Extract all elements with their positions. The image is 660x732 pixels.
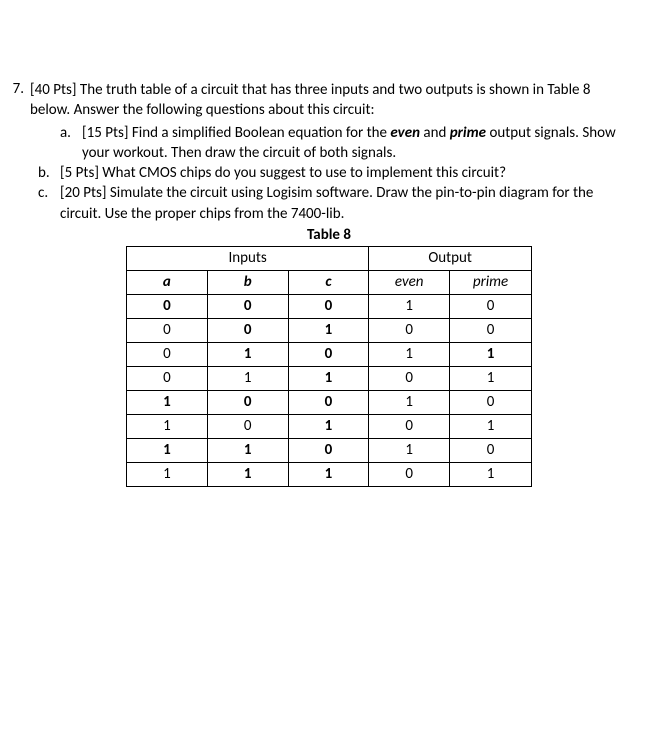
subpart-a-mid: and	[420, 124, 450, 142]
table-cell: 0	[207, 294, 288, 318]
table-cell: 1	[450, 366, 532, 390]
table-cell: 1	[207, 366, 288, 390]
table-cell: 0	[127, 366, 208, 390]
truth-table-body: 0001000100010110110110010101011101011101	[127, 294, 532, 486]
problem-number: 7.	[8, 80, 30, 98]
table-cell: 1	[207, 438, 288, 462]
table-cell: 1	[450, 462, 532, 486]
table-cell: 0	[288, 438, 369, 462]
subpart-letter-b: b.	[38, 163, 60, 183]
table-row: 10101	[127, 414, 532, 438]
table-cell: 1	[207, 462, 288, 486]
table-cell: 0	[450, 390, 532, 414]
em-prime: prime	[450, 124, 486, 142]
subpart-b-text: [5 Pts] What CMOS chips do you suggest t…	[60, 163, 634, 183]
table-cell: 1	[369, 390, 450, 414]
table-row: 01101	[127, 366, 532, 390]
table-cell: 0	[450, 438, 532, 462]
table-cell: 0	[127, 318, 208, 342]
col-header-a: a	[127, 270, 208, 294]
table-cell: 1	[450, 414, 532, 438]
table-cell: 0	[369, 366, 450, 390]
table-cell: 0	[207, 414, 288, 438]
table-row: 00010	[127, 294, 532, 318]
output-header: Output	[369, 246, 532, 270]
problem-intro-text: The truth table of a circuit that has th…	[30, 81, 590, 119]
problem-intro: [40 Pts] The truth table of a circuit th…	[30, 80, 634, 121]
table-caption: Table 8	[126, 226, 532, 244]
table-cell: 1	[288, 414, 369, 438]
subpart-a-text: [15 Pts] Find a simplified Boolean equat…	[82, 123, 634, 164]
col-header-even: even	[369, 270, 450, 294]
table-cell: 0	[369, 462, 450, 486]
table-cell: 0	[369, 414, 450, 438]
subpart-c-text: [20 Pts] Simulate the circuit using Logi…	[60, 183, 634, 224]
subpart-a: a. [15 Pts] Find a simplified Boolean eq…	[60, 123, 634, 164]
table-cell: 0	[288, 294, 369, 318]
table-cell: 0	[288, 342, 369, 366]
document-page: 7. [40 Pts] The truth table of a circuit…	[0, 0, 660, 507]
table-row: 11101	[127, 462, 532, 486]
col-header-b: b	[207, 270, 288, 294]
table-row: 00100	[127, 318, 532, 342]
problem-body: [40 Pts] The truth table of a circuit th…	[30, 80, 634, 487]
table-cell: 1	[127, 462, 208, 486]
subpart-b: b. [5 Pts] What CMOS chips do you sugges…	[38, 163, 634, 183]
subpart-letter-c: c.	[38, 183, 60, 203]
table-cell: 1	[369, 294, 450, 318]
table-group-header-row: Inputs Output	[127, 246, 532, 270]
table-cell: 0	[369, 318, 450, 342]
subpart-letter-a: a.	[60, 123, 82, 143]
table-cell: 1	[127, 390, 208, 414]
table-cell: 0	[127, 342, 208, 366]
table-cell: 1	[127, 438, 208, 462]
subpart-c: c. [20 Pts] Simulate the circuit using L…	[38, 183, 634, 224]
col-header-c: c	[288, 270, 369, 294]
table-cell: 0	[450, 294, 532, 318]
table-row: 01011	[127, 342, 532, 366]
subparts-list: a. [15 Pts] Find a simplified Boolean eq…	[30, 123, 634, 224]
truth-table: Inputs Output a b c even prime 000100010…	[126, 246, 532, 487]
table-cell: 1	[207, 342, 288, 366]
col-header-prime: prime	[450, 270, 532, 294]
em-even: even	[390, 124, 420, 142]
table-row: 11010	[127, 438, 532, 462]
table-cell: 1	[288, 462, 369, 486]
table-cell: 1	[127, 414, 208, 438]
table-cell: 1	[369, 438, 450, 462]
table-cell: 1	[288, 318, 369, 342]
table-col-header-row: a b c even prime	[127, 270, 532, 294]
inputs-header: Inputs	[127, 246, 369, 270]
table-cell: 0	[288, 390, 369, 414]
problem-7: 7. [40 Pts] The truth table of a circuit…	[8, 80, 634, 487]
table-cell: 1	[288, 366, 369, 390]
problem-points: [40 Pts]	[30, 81, 80, 99]
table-row: 10010	[127, 390, 532, 414]
table-cell: 0	[207, 318, 288, 342]
table-cell: 0	[450, 318, 532, 342]
table-cell: 1	[369, 342, 450, 366]
table-cell: 0	[207, 390, 288, 414]
table-cell: 0	[127, 294, 208, 318]
table-cell: 1	[450, 342, 532, 366]
subpart-a-before: [15 Pts] Find a simplified Boolean equat…	[82, 124, 390, 142]
